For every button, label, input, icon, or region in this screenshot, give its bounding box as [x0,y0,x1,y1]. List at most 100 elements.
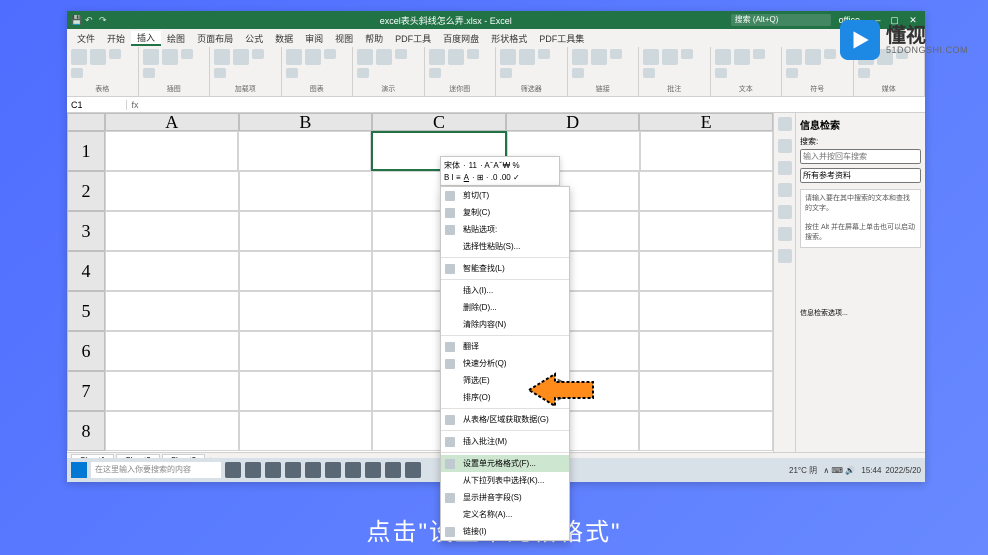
taskbar-app-icon[interactable] [225,462,241,478]
row-header-3[interactable]: 3 [67,211,105,251]
taskbar-app-icon[interactable] [305,462,321,478]
clock-time[interactable]: 15:44 [861,466,881,475]
cell-E3[interactable] [639,211,773,251]
cell-E8[interactable] [639,411,773,451]
menu-item[interactable]: 翻译 [441,338,569,355]
column-header-E[interactable]: E [639,113,773,131]
weather[interactable]: 21°C 阴 [789,465,817,476]
cell-B4[interactable] [239,251,373,291]
cell-B1[interactable] [238,131,371,171]
cell-B7[interactable] [239,371,373,411]
ribbon-tab-百度网盘[interactable]: 百度网盘 [437,32,485,45]
menu-item[interactable]: 粘贴选项: [441,221,569,238]
ribbon-tab-视图[interactable]: 视图 [329,32,359,45]
cell-B6[interactable] [239,331,373,371]
menu-item[interactable]: 选择性粘贴(S)... [441,238,569,255]
row-header-6[interactable]: 6 [67,331,105,371]
cell-A6[interactable] [105,331,239,371]
ribbon-tab-公式[interactable]: 公式 [239,32,269,45]
ribbon-tab-帮助[interactable]: 帮助 [359,32,389,45]
name-box[interactable]: C1 [67,100,127,110]
fx-icon[interactable]: fx [127,100,143,110]
row-header-5[interactable]: 5 [67,291,105,331]
cell-E4[interactable] [639,251,773,291]
sidebar-icon-资源[interactable] [778,161,792,175]
cell-A2[interactable] [105,171,239,211]
cell-A8[interactable] [105,411,239,451]
cell-E1[interactable] [640,131,773,171]
worksheet[interactable]: ABCDE 12345678 [67,113,773,452]
ribbon-tab-绘图[interactable]: 绘图 [161,32,191,45]
sidebar-icon-销售[interactable] [778,227,792,241]
taskbar-app-icon[interactable] [325,462,341,478]
cell-B5[interactable] [239,291,373,331]
cell-B3[interactable] [239,211,373,251]
row-header-2[interactable]: 2 [67,171,105,211]
undo-icon[interactable]: ↶ [85,15,95,25]
cell-A1[interactable] [105,131,238,171]
clock-date[interactable]: 2022/5/20 [885,466,921,475]
ribbon-tab-页面布局[interactable]: 页面布局 [191,32,239,45]
taskbar-app-icon[interactable] [405,462,421,478]
ribbon-tab-PDF工具集[interactable]: PDF工具集 [533,32,590,45]
menu-item[interactable]: 从下拉列表中选择(K)... [441,472,569,489]
menu-item[interactable]: 删除(D)... [441,299,569,316]
menu-item[interactable]: 插入(I)... [441,282,569,299]
ribbon-tab-插入[interactable]: 插入 [131,31,161,46]
sidebar-icon-教育[interactable] [778,183,792,197]
research-source-select[interactable] [800,168,921,183]
cell-A4[interactable] [105,251,239,291]
cell-A5[interactable] [105,291,239,331]
ribbon-tab-PDF工具[interactable]: PDF工具 [389,32,437,45]
row-header-4[interactable]: 4 [67,251,105,291]
row-header-7[interactable]: 7 [67,371,105,411]
ribbon-tab-数据[interactable]: 数据 [269,32,299,45]
sidebar-icon-模板[interactable] [778,117,792,131]
column-header-D[interactable]: D [506,113,640,131]
menu-item[interactable]: 智能查找(L) [441,260,569,277]
mini-toolbar[interactable]: 宋体 · 11 · A ̑ A ̌ ₩ % B I ≡ A · ⊞ · .0 .… [440,156,560,186]
cell-E2[interactable] [639,171,773,211]
ribbon-tab-审阅[interactable]: 审阅 [299,32,329,45]
menu-item[interactable]: 插入批注(M) [441,433,569,450]
menu-item[interactable]: 复制(C) [441,204,569,221]
cell-B8[interactable] [239,411,373,451]
taskbar-app-icon[interactable] [265,462,281,478]
taskbar-app-icon[interactable] [285,462,301,478]
taskbar-app-icon[interactable] [385,462,401,478]
sidebar-icon-行家[interactable] [778,205,792,219]
cell-A3[interactable] [105,211,239,251]
cell-E5[interactable] [639,291,773,331]
taskbar-app-icon[interactable] [245,462,261,478]
column-header-B[interactable]: B [239,113,373,131]
sidebar-icon-属性[interactable] [778,139,792,153]
research-search-input[interactable] [800,149,921,164]
search-box[interactable]: 搜索 (Alt+Q) [731,14,831,26]
system-tray[interactable]: 21°C 阴 ∧ ⌨ 🔊 15:44 2022/5/20 [789,465,921,476]
menu-item[interactable]: 剪切(T) [441,187,569,204]
menu-item[interactable]: 显示拼音字段(S) [441,489,569,506]
cell-E6[interactable] [639,331,773,371]
column-header-A[interactable]: A [105,113,239,131]
save-icon[interactable]: 💾 [71,15,81,25]
redo-icon[interactable]: ↷ [99,15,109,25]
cell-A7[interactable] [105,371,239,411]
ribbon-tab-形状格式[interactable]: 形状格式 [485,32,533,45]
select-all-corner[interactable] [67,113,105,131]
column-header-C[interactable]: C [372,113,506,131]
ribbon-tab-文件[interactable]: 文件 [71,32,101,45]
menu-item[interactable]: 清除内容(N) [441,316,569,333]
taskbar-app-icon[interactable] [365,462,381,478]
ribbon-tab-开始[interactable]: 开始 [101,32,131,45]
cell-E7[interactable] [639,371,773,411]
taskbar-app-icon[interactable] [345,462,361,478]
sidebar-icon-更多[interactable] [778,249,792,263]
cell-B2[interactable] [239,171,373,211]
row-header-8[interactable]: 8 [67,411,105,451]
mini-size[interactable]: 11 [469,161,477,170]
research-options-link[interactable]: 信息检索选项... [800,248,921,318]
row-header-1[interactable]: 1 [67,131,105,171]
start-button[interactable] [71,462,87,478]
menu-item[interactable]: 设置单元格格式(F)... [441,455,569,472]
menu-item[interactable]: 链接(I) [441,523,569,540]
